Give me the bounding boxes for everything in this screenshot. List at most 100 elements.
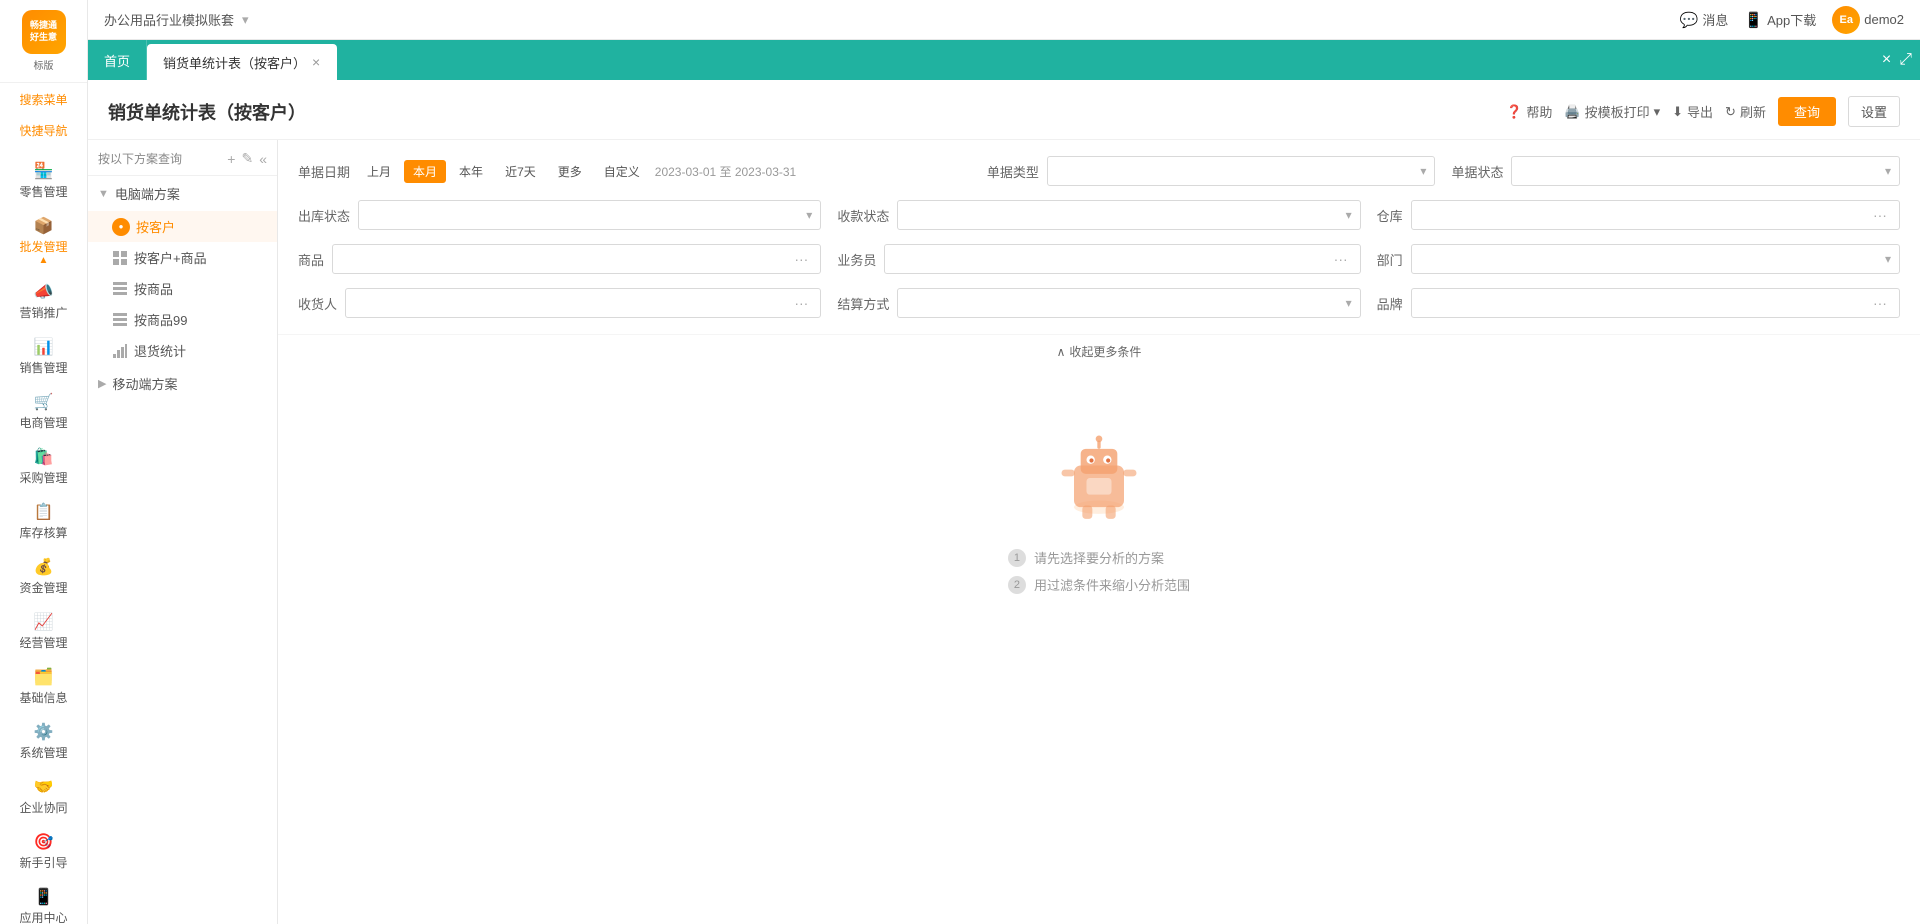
- sidebar-item-app-center[interactable]: 📱 应用中心: [0, 879, 87, 924]
- active-tab-label: 销货单统计表（按客户）: [163, 53, 306, 72]
- brand-label: 品牌: [1377, 294, 1403, 313]
- collapse-label: 收起更多条件: [1069, 343, 1141, 360]
- logo-area: 畅捷通好生意 标版: [0, 0, 87, 83]
- logo-text: 标版: [34, 57, 54, 72]
- date-btn-last-month[interactable]: 上月: [358, 160, 400, 183]
- date-btn-current-year[interactable]: 本年: [450, 160, 492, 183]
- export-btn[interactable]: ⬇ 导出: [1672, 102, 1713, 121]
- scheme-item-return-stats[interactable]: 退货统计: [88, 335, 277, 366]
- home-tab-label: 首页: [104, 51, 130, 70]
- product-dots[interactable]: ···: [790, 251, 812, 267]
- mobile-group-header[interactable]: ▶ 移动端方案: [88, 366, 277, 401]
- salesperson-dots[interactable]: ···: [1330, 251, 1352, 267]
- finance-icon: 💰: [34, 557, 54, 577]
- user-area[interactable]: Ea demo2: [1832, 6, 1904, 34]
- order-status-dropdown-icon: ▾: [1885, 164, 1891, 178]
- sidebar-item-label-sales: 销售管理: [19, 359, 67, 376]
- scheme-item-by-customer[interactable]: ● 按客户: [88, 211, 277, 242]
- filter-item-payment-method: 结算方式 ▾: [837, 288, 1360, 318]
- sidebar-item-system[interactable]: ⚙️ 系统管理: [0, 714, 87, 769]
- product-control[interactable]: ···: [332, 244, 821, 274]
- tab-sales-stats[interactable]: 销货单统计表（按客户） ×: [147, 44, 337, 80]
- filter-item-order-status: 单据状态 ▾: [1451, 156, 1900, 186]
- tab-close-icon[interactable]: ×: [312, 55, 320, 69]
- edit-scheme-icon[interactable]: ✎: [241, 150, 253, 167]
- filter-row-1: 单据日期 上月 本月 本年 近7天 更多 自定义 2023-03-01 至 20…: [298, 156, 1900, 186]
- receiver-control[interactable]: ···: [345, 288, 821, 318]
- date-btn-current-month[interactable]: 本月: [404, 160, 446, 183]
- sidebar-item-basic[interactable]: 🗂️ 基础信息: [0, 659, 87, 714]
- date-btn-last-7-days[interactable]: 近7天: [496, 160, 545, 183]
- warehouse-dots[interactable]: ···: [1869, 207, 1891, 223]
- shortcut-nav[interactable]: 快捷导航: [0, 116, 87, 145]
- sidebar-item-purchase[interactable]: 🛍️ 采购管理: [0, 439, 87, 494]
- scheme-item-by-product[interactable]: 按商品: [88, 273, 277, 304]
- hint-text-1: 请先选择要分析的方案: [1034, 548, 1164, 567]
- purchase-icon: 🛍️: [34, 447, 54, 467]
- scheme-label-return-stats: 退货统计: [134, 341, 186, 360]
- receipt-status-control[interactable]: ▾: [897, 200, 1360, 230]
- payment-method-label: 结算方式: [837, 294, 889, 313]
- sidebar-item-enterprise[interactable]: 🤝 企业协同: [0, 769, 87, 824]
- sidebar-item-ecommerce[interactable]: 🛒 电商管理: [0, 384, 87, 439]
- sidebar-item-finance[interactable]: 💰 资金管理: [0, 549, 87, 604]
- page-header: 销货单统计表（按客户） ❓ 帮助 🖨️ 按模板打印 ▾ ⬇ 导出 ↻ 刷新: [88, 80, 1920, 140]
- help-label: 帮助: [1526, 102, 1552, 121]
- brand-dots[interactable]: ···: [1869, 295, 1891, 311]
- order-status-control[interactable]: ▾: [1511, 156, 1900, 186]
- collapse-bar[interactable]: ∧ 收起更多条件: [278, 335, 1920, 368]
- refresh-btn[interactable]: ↻ 刷新: [1725, 102, 1766, 121]
- hint-num-1: 1: [1008, 549, 1026, 567]
- tab-maximize-icon[interactable]: ⤢: [1899, 51, 1912, 69]
- marketing-icon: 📣: [34, 282, 54, 302]
- inventory-icon: 📋: [34, 502, 54, 522]
- date-btn-custom[interactable]: 自定义: [595, 160, 649, 183]
- scheme-item-by-product-99[interactable]: 按商品99: [88, 304, 277, 335]
- sidebar-item-wholesale[interactable]: 📦 批发管理 ▲: [0, 208, 87, 274]
- brand-control[interactable]: ···: [1411, 288, 1900, 318]
- order-type-control[interactable]: ▾: [1047, 156, 1436, 186]
- scheme-icon-by-product: [112, 281, 128, 297]
- message-btn[interactable]: 💬 消息: [1680, 10, 1729, 29]
- collapse-panel-icon[interactable]: «: [259, 151, 267, 167]
- empty-hints: 1 请先选择要分析的方案 2 用过滤条件来缩小分析范围: [1008, 548, 1190, 594]
- department-control[interactable]: ▾: [1411, 244, 1900, 274]
- warehouse-control[interactable]: ···: [1411, 200, 1900, 230]
- sidebar-item-inventory[interactable]: 📋 库存核算: [0, 494, 87, 549]
- sidebar-item-newbie[interactable]: 🎯 新手引导: [0, 824, 87, 879]
- search-menu[interactable]: 搜索菜单: [0, 83, 87, 116]
- sidebar-item-retail[interactable]: 🏪 零售管理: [0, 153, 87, 208]
- add-scheme-icon[interactable]: +: [227, 151, 235, 167]
- date-btn-more[interactable]: 更多: [549, 160, 591, 183]
- industry-dropdown-icon[interactable]: ▾: [242, 12, 249, 28]
- out-status-control[interactable]: ▾: [358, 200, 821, 230]
- salesperson-control[interactable]: ···: [884, 244, 1360, 274]
- app-download-label: App下载: [1767, 10, 1816, 29]
- date-buttons: 上月 本月 本年 近7天 更多 自定义: [358, 160, 649, 183]
- query-button[interactable]: 查询: [1778, 97, 1836, 126]
- salesperson-label: 业务员: [837, 250, 876, 269]
- page-content: 销货单统计表（按客户） ❓ 帮助 🖨️ 按模板打印 ▾ ⬇ 导出 ↻ 刷新: [88, 80, 1920, 924]
- print-btn[interactable]: 🖨️ 按模板打印 ▾: [1564, 102, 1660, 121]
- sidebar-item-operations[interactable]: 📈 经营管理: [0, 604, 87, 659]
- tab-spacer: [337, 40, 1874, 80]
- username-label: demo2: [1864, 12, 1904, 27]
- scheme-icon-return-stats: [112, 343, 128, 359]
- app-download-btn[interactable]: 📱 App下载: [1744, 10, 1816, 29]
- tab-home[interactable]: 首页: [88, 40, 147, 80]
- filter-item-department: 部门 ▾: [1377, 244, 1900, 274]
- tab-minimize-icon[interactable]: ×: [1882, 51, 1891, 69]
- department-label: 部门: [1377, 250, 1403, 269]
- help-btn[interactable]: ❓ 帮助: [1506, 102, 1552, 121]
- receiver-dots[interactable]: ···: [790, 295, 812, 311]
- sidebar-item-sales[interactable]: 📊 销售管理: [0, 329, 87, 384]
- empty-hint-1: 1 请先选择要分析的方案: [1008, 548, 1190, 567]
- sidebar-item-marketing[interactable]: 📣 营销推广: [0, 274, 87, 329]
- page-title: 销货单统计表（按客户）: [108, 99, 306, 125]
- hint-text-2: 用过滤条件来缩小分析范围: [1034, 575, 1190, 594]
- desktop-group-header[interactable]: ▼ 电脑端方案: [88, 176, 277, 211]
- settings-button[interactable]: 设置: [1848, 96, 1900, 127]
- payment-method-control[interactable]: ▾: [897, 288, 1360, 318]
- scheme-item-by-customer-product[interactable]: 按客户+商品: [88, 242, 277, 273]
- hint-num-2: 2: [1008, 576, 1026, 594]
